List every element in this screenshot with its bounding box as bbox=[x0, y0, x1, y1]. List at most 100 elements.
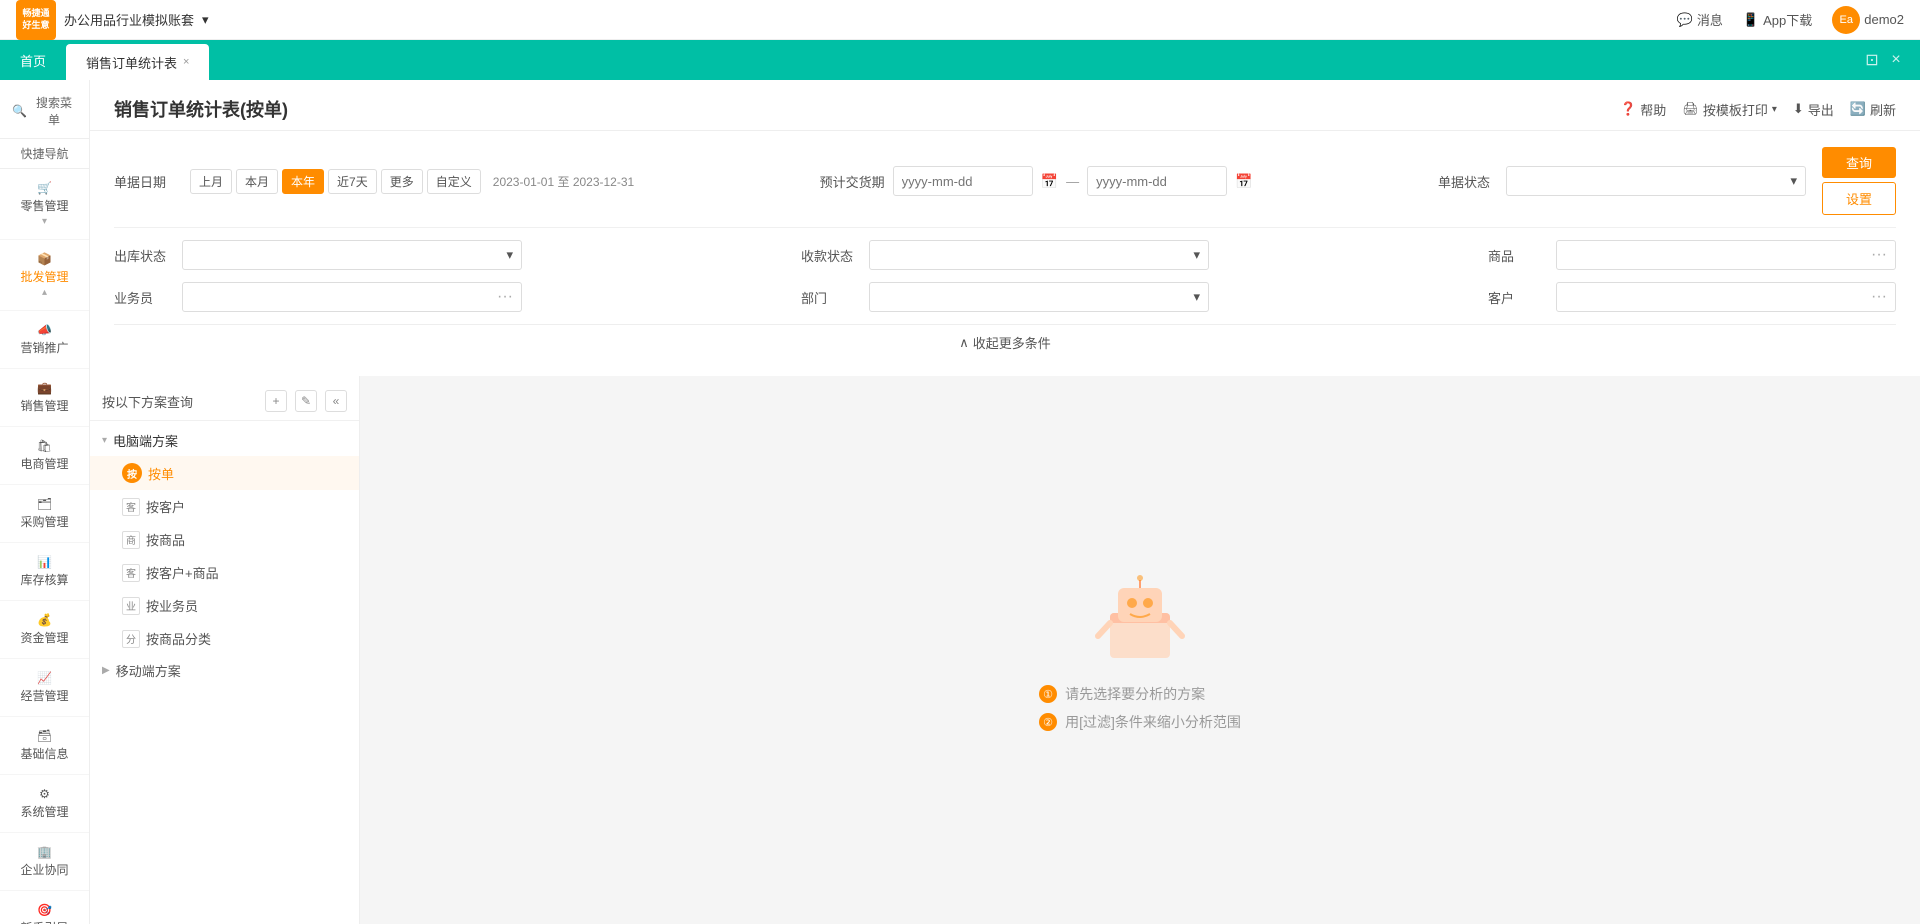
sidebar-item-newbie[interactable]: 🎯 新手引导 bbox=[0, 891, 89, 924]
app-dropdown[interactable]: ▾ bbox=[202, 12, 209, 28]
scheme-item-by-goods[interactable]: 商 按商品 bbox=[90, 523, 359, 556]
scheme-item-by-category[interactable]: 分 按商品分类 bbox=[90, 622, 359, 655]
date-btn-more[interactable]: 更多 bbox=[381, 169, 423, 194]
print-label: 按模板打印 bbox=[1703, 100, 1768, 119]
pc-scheme-root[interactable]: ▾ 电脑端方案 bbox=[90, 425, 359, 456]
scheme-item-by-customer[interactable]: 客 按客户 bbox=[90, 490, 359, 523]
basic-icon: 🗃 bbox=[37, 729, 52, 743]
department-field: 部门 ▾ bbox=[801, 282, 1209, 312]
scheme-item-by-customer-goods[interactable]: 客 按客户+商品 bbox=[90, 556, 359, 589]
quick-nav-button[interactable]: 快捷导航 bbox=[0, 139, 89, 169]
by-goods-icon: 商 bbox=[122, 531, 140, 549]
sidebar-item-basic[interactable]: 🗃 基础信息 bbox=[0, 717, 89, 775]
goods-label: 商品 bbox=[1488, 246, 1548, 265]
search-icon: 🔍 bbox=[12, 104, 27, 118]
payment-status-select[interactable]: ▾ bbox=[869, 240, 1209, 270]
ecommerce-icon: 🛍 bbox=[37, 439, 52, 453]
scheme-tree: ▾ 电脑端方案 按 按单 客 按客户 商 bbox=[90, 421, 359, 690]
user-menu[interactable]: Ea demo2 bbox=[1832, 6, 1904, 34]
search-menu-button[interactable]: 🔍 搜索菜单 bbox=[8, 90, 81, 132]
status-select[interactable]: ▾ bbox=[1506, 166, 1806, 196]
goods-select[interactable]: ··· bbox=[1556, 240, 1896, 270]
app-download-button[interactable]: 📱 App下载 bbox=[1743, 10, 1812, 29]
help-button[interactable]: ❓ 帮助 bbox=[1620, 100, 1666, 119]
expected-date-label: 预计交货期 bbox=[820, 172, 885, 191]
message-button[interactable]: 💬 消息 bbox=[1677, 10, 1723, 29]
date-btn-last-month[interactable]: 上月 bbox=[190, 169, 232, 194]
print-button[interactable]: 🖨 按模板打印 ▾ bbox=[1682, 100, 1777, 119]
tab-close-icon[interactable]: × bbox=[183, 56, 189, 68]
add-scheme-button[interactable]: + bbox=[265, 390, 287, 412]
setting-button[interactable]: 设置 bbox=[1822, 182, 1896, 215]
out-status-select[interactable]: ▾ bbox=[182, 240, 522, 270]
sidebar-item-marketing[interactable]: 📣 营销推广 bbox=[0, 311, 89, 369]
sidebar-item-marketing-label: 营销推广 bbox=[20, 339, 68, 356]
date-label: 单据日期 bbox=[114, 172, 174, 191]
quick-nav-label: 快捷导航 bbox=[20, 147, 68, 161]
department-select[interactable]: ▾ bbox=[869, 282, 1209, 312]
collapse-bar[interactable]: ∧ 收起更多条件 bbox=[114, 324, 1896, 360]
date-separator: — bbox=[1066, 174, 1079, 189]
refresh-icon: 🔄 bbox=[1850, 101, 1866, 117]
salesperson-more-icon[interactable]: ··· bbox=[497, 288, 513, 306]
sidebar-item-purchase[interactable]: 🗂 采购管理 bbox=[0, 485, 89, 543]
sidebar-item-ecommerce[interactable]: 🛍 电商管理 bbox=[0, 427, 89, 485]
sidebar-item-enterprise[interactable]: 🏢 企业协同 bbox=[0, 833, 89, 891]
mobile-scheme-root[interactable]: ▶ 移动端方案 bbox=[90, 655, 359, 686]
sidebar-item-sales[interactable]: 💼 销售管理 bbox=[0, 369, 89, 427]
operations-icon: 📈 bbox=[37, 671, 52, 685]
out-status-label: 出库状态 bbox=[114, 246, 174, 265]
query-row-3: 业务员 ··· 部门 ▾ 客户 bbox=[114, 282, 1896, 312]
sidebar-item-inventory[interactable]: 📊 库存核算 bbox=[0, 543, 89, 601]
marketing-icon: 📣 bbox=[37, 323, 52, 337]
avatar: Ea bbox=[1832, 6, 1860, 34]
customer-select[interactable]: ··· bbox=[1556, 282, 1896, 312]
sidebar-item-enterprise-label: 企业协同 bbox=[20, 861, 68, 878]
customer-more-icon[interactable]: ··· bbox=[1871, 288, 1887, 306]
status-field: 单据状态 ▾ bbox=[1438, 166, 1806, 196]
collapse-panel-icon: « bbox=[333, 394, 340, 408]
finance-icon: 💰 bbox=[37, 613, 52, 627]
export-icon: ⬇ bbox=[1793, 101, 1804, 117]
tab-sales-order-stats[interactable]: 销售订单统计表 × bbox=[66, 44, 209, 80]
export-button[interactable]: ⬇ 导出 bbox=[1793, 100, 1834, 119]
window-restore-button[interactable]: ⊡ bbox=[1864, 52, 1880, 68]
sidebar-item-retail[interactable]: 🛒 零售管理 ▾ bbox=[0, 169, 89, 240]
tabbar: 首页 销售订单统计表 × ⊡ × bbox=[0, 40, 1920, 80]
window-close-button[interactable]: × bbox=[1888, 52, 1904, 68]
expected-date-start-input[interactable] bbox=[893, 166, 1033, 196]
sidebar-item-ecommerce-label: 电商管理 bbox=[20, 455, 68, 472]
sidebar-item-basic-label: 基础信息 bbox=[20, 745, 68, 762]
sidebar-item-system[interactable]: ⚙ 系统管理 bbox=[0, 775, 89, 833]
refresh-button[interactable]: 🔄 刷新 bbox=[1850, 100, 1896, 119]
empty-hint-container: ① 请先选择要分析的方案 ② 用[过滤]条件来缩小分析范围 bbox=[1039, 684, 1241, 732]
collapse-label: 收起更多条件 bbox=[973, 333, 1051, 352]
scheme-item-by-salesperson[interactable]: 业 按业务员 bbox=[90, 589, 359, 622]
by-category-label: 按商品分类 bbox=[146, 629, 211, 648]
sidebar: 🔍 搜索菜单 快捷导航 🛒 零售管理 ▾ 📦 批发管理 ▴ 📣 营销推广 💼 销… bbox=[0, 80, 90, 924]
goods-more-icon[interactable]: ··· bbox=[1871, 246, 1887, 264]
scheme-item-by-order[interactable]: 按 按单 bbox=[90, 456, 359, 490]
logo: 畅捷通好生意 bbox=[16, 0, 56, 40]
by-customer-label: 按客户 bbox=[146, 497, 185, 516]
by-customer-icon: 客 bbox=[122, 498, 140, 516]
sidebar-item-wholesale[interactable]: 📦 批发管理 ▴ bbox=[0, 240, 89, 311]
calendar-start-icon[interactable]: 📅 bbox=[1041, 173, 1058, 190]
date-btn-this-year[interactable]: 本年 bbox=[282, 169, 324, 194]
salesperson-select[interactable]: ··· bbox=[182, 282, 522, 312]
date-btn-custom[interactable]: 自定义 bbox=[427, 169, 481, 194]
sidebar-item-operations[interactable]: 📈 经营管理 bbox=[0, 659, 89, 717]
expected-date-field: 预计交货期 📅 — 📅 bbox=[820, 166, 1253, 196]
enterprise-icon: 🏢 bbox=[37, 845, 52, 859]
expected-date-end-input[interactable] bbox=[1087, 166, 1227, 196]
calendar-end-icon[interactable]: 📅 bbox=[1235, 173, 1252, 190]
sidebar-item-wholesale-label: 批发管理 bbox=[20, 268, 68, 285]
tab-home[interactable]: 首页 bbox=[0, 40, 66, 80]
edit-scheme-button[interactable]: ✎ bbox=[295, 390, 317, 412]
date-btn-this-month[interactable]: 本月 bbox=[236, 169, 278, 194]
sidebar-item-finance[interactable]: 💰 资金管理 bbox=[0, 601, 89, 659]
by-salesperson-label: 按业务员 bbox=[146, 596, 198, 615]
collapse-panel-button[interactable]: « bbox=[325, 390, 347, 412]
date-btn-7days[interactable]: 近7天 bbox=[328, 169, 377, 194]
search-button[interactable]: 查询 bbox=[1822, 147, 1896, 178]
